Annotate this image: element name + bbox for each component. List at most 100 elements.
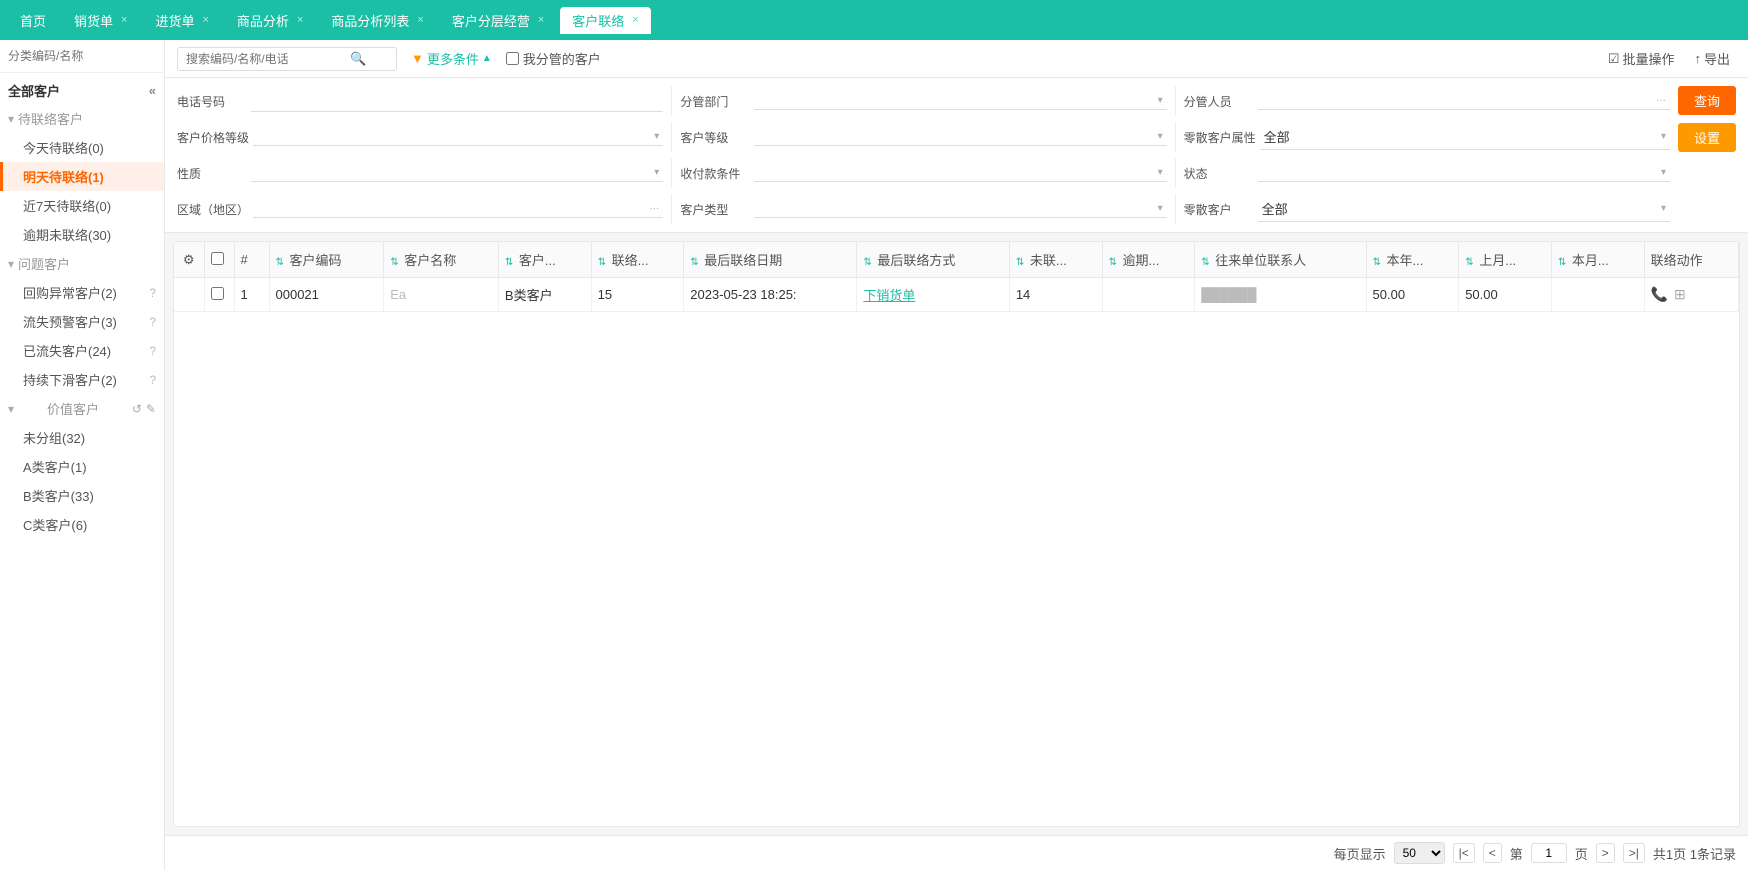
sort-icon[interactable]: ⇅	[1201, 257, 1209, 268]
row-last-method-cell[interactable]: 下销货单	[857, 278, 1009, 312]
collapse-icon[interactable]: «	[149, 83, 156, 98]
close-icon[interactable]: ×	[538, 14, 544, 26]
edit-icon[interactable]: ✎	[146, 402, 156, 416]
more-conditions-button[interactable]: ▼ 更多条件 ▲	[405, 46, 498, 71]
contact-action-icon[interactable]: 📞	[1651, 286, 1668, 303]
help-icon[interactable]: ?	[149, 286, 156, 300]
col-this-year[interactable]: ⇅ 本年...	[1366, 242, 1459, 278]
col-last-method[interactable]: ⇅ 最后联络方式	[857, 242, 1009, 278]
help-icon[interactable]: ?	[149, 373, 156, 387]
nav-item-customer-contact[interactable]: 客户联络 ×	[560, 7, 650, 34]
col-code[interactable]: ⇅ 客户编码	[269, 242, 384, 278]
sort-icon[interactable]: ⇅	[1016, 257, 1024, 268]
col-type[interactable]: ⇅ 客户...	[498, 242, 591, 278]
col-last-month[interactable]: ⇅ 上月...	[1459, 242, 1552, 278]
col-contact[interactable]: ⇅ 联络...	[591, 242, 684, 278]
sidebar-item-ungrouped[interactable]: 未分组(32)	[0, 423, 164, 452]
nav-item-purchase[interactable]: 进货单 ×	[143, 7, 220, 34]
col-checkbox[interactable]	[204, 242, 234, 278]
retail-attr-select[interactable]: 全部▾	[1260, 124, 1670, 150]
chevron-up-icon: ▲	[482, 53, 492, 64]
sidebar-item-churn-warning[interactable]: 流失预警客户(3) ?	[0, 307, 164, 336]
sort-icon[interactable]: ⇅	[1109, 257, 1117, 268]
sort-icon[interactable]: ⇅	[863, 257, 871, 268]
row-last-date-cell: 2023-05-23 18:25:	[684, 278, 857, 312]
settings-button[interactable]: 设置	[1678, 123, 1736, 152]
sidebar-item-churned[interactable]: 已流失客户(24) ?	[0, 336, 164, 365]
last-page-button[interactable]: >|	[1623, 843, 1645, 863]
export-button[interactable]: ↑ 导出	[1688, 46, 1736, 71]
page-unit: 页	[1575, 844, 1588, 863]
help-icon[interactable]: ?	[149, 315, 156, 329]
sidebar-item-declining[interactable]: 持续下滑客户(2) ?	[0, 365, 164, 394]
search-icon[interactable]: 🔍	[350, 51, 366, 67]
status-select[interactable]: ▾	[1258, 164, 1670, 182]
col-not-contacted[interactable]: ⇅ 未联...	[1009, 242, 1102, 278]
checkbox-icon: ☑	[1608, 51, 1620, 67]
help-icon[interactable]: ?	[149, 344, 156, 358]
nature-select[interactable]: ▾	[251, 164, 663, 182]
person-select[interactable]: ···	[1258, 92, 1670, 110]
my-customers-check[interactable]	[506, 52, 519, 65]
close-icon[interactable]: ×	[632, 14, 638, 26]
price-level-select[interactable]: ▾	[253, 128, 663, 146]
col-unit-contact[interactable]: ⇅ 往来单位联系人	[1195, 242, 1366, 278]
query-button[interactable]: 查询	[1678, 86, 1736, 115]
sidebar-item-overdue-contact[interactable]: 逾期未联络(30)	[0, 220, 164, 249]
batch-operation-button[interactable]: ☑ 批量操作	[1602, 46, 1681, 71]
row-checkbox-cell[interactable]	[204, 278, 234, 312]
col-settings[interactable]: ⚙	[174, 242, 204, 278]
per-page-select[interactable]: 50 100 200	[1394, 842, 1445, 864]
my-customers-checkbox[interactable]: 我分管的客户	[506, 49, 601, 68]
sidebar-item-today-contact[interactable]: 今天待联络(0)	[0, 133, 164, 162]
select-all-checkbox[interactable]	[211, 252, 224, 265]
export-icon: ↑	[1694, 51, 1701, 66]
region-select[interactable]: ···	[253, 200, 663, 218]
group-value-customers[interactable]: 价值客户 ↺ ✎	[0, 394, 164, 423]
sidebar-item-tomorrow-contact[interactable]: 明天待联络(1)	[0, 162, 164, 191]
phone-input[interactable]	[251, 91, 663, 112]
sort-icon[interactable]: ⇅	[1465, 257, 1473, 268]
nav-item-product-list[interactable]: 商品分析列表 ×	[319, 7, 435, 34]
col-overdue[interactable]: ⇅ 逾期...	[1102, 242, 1195, 278]
col-this-month[interactable]: ⇅ 本月...	[1551, 242, 1644, 278]
qr-action-icon[interactable]: ⊞	[1674, 286, 1686, 303]
sidebar-item-7days-contact[interactable]: 近7天待联络(0)	[0, 191, 164, 220]
customer-type-select[interactable]: ▾	[754, 200, 1166, 218]
sidebar-search-input[interactable]	[8, 49, 163, 63]
nav-item-product-analysis[interactable]: 商品分析 ×	[225, 7, 315, 34]
nav-item-home[interactable]: 首页	[8, 7, 58, 34]
page-input[interactable]	[1531, 843, 1567, 863]
sort-icon[interactable]: ⇅	[690, 257, 698, 268]
close-icon[interactable]: ×	[297, 14, 303, 26]
col-last-date[interactable]: ⇅ 最后联络日期	[684, 242, 857, 278]
sidebar-item-class-b[interactable]: B类客户(33)	[0, 481, 164, 510]
group-pending-contact[interactable]: 待联络客户	[0, 104, 164, 133]
close-icon[interactable]: ×	[202, 14, 208, 26]
nav-item-customer-tier[interactable]: 客户分层经营 ×	[440, 7, 556, 34]
retail-customer-select[interactable]: 全部▾	[1258, 196, 1670, 222]
group-problem-customers[interactable]: 问题客户	[0, 249, 164, 278]
dept-select[interactable]: ▾	[754, 92, 1166, 110]
close-icon[interactable]: ×	[121, 14, 127, 26]
sort-icon[interactable]: ⇅	[276, 257, 284, 268]
sidebar-item-class-a[interactable]: A类客户(1)	[0, 452, 164, 481]
customer-level-select[interactable]: ▾	[754, 128, 1166, 146]
row-checkbox[interactable]	[211, 287, 224, 300]
sort-icon[interactable]: ⇅	[1558, 257, 1566, 268]
col-name[interactable]: ⇅ 客户名称	[384, 242, 499, 278]
sort-icon[interactable]: ⇅	[598, 257, 606, 268]
payment-select[interactable]: ▾	[754, 164, 1166, 182]
nav-item-sales[interactable]: 销货单 ×	[62, 7, 139, 34]
sidebar-item-abnormal-repurchase[interactable]: 回购异常客户(2) ?	[0, 278, 164, 307]
prev-page-button[interactable]: <	[1483, 843, 1502, 863]
sidebar-item-class-c[interactable]: C类客户(6)	[0, 510, 164, 539]
main-search-input[interactable]	[186, 52, 346, 66]
sort-icon[interactable]: ⇅	[390, 257, 398, 268]
sort-icon[interactable]: ⇅	[1373, 257, 1381, 268]
refresh-icon[interactable]: ↺	[132, 402, 142, 416]
first-page-button[interactable]: |<	[1453, 843, 1475, 863]
next-page-button[interactable]: >	[1596, 843, 1615, 863]
sort-icon[interactable]: ⇅	[505, 257, 513, 268]
close-icon[interactable]: ×	[417, 14, 423, 26]
